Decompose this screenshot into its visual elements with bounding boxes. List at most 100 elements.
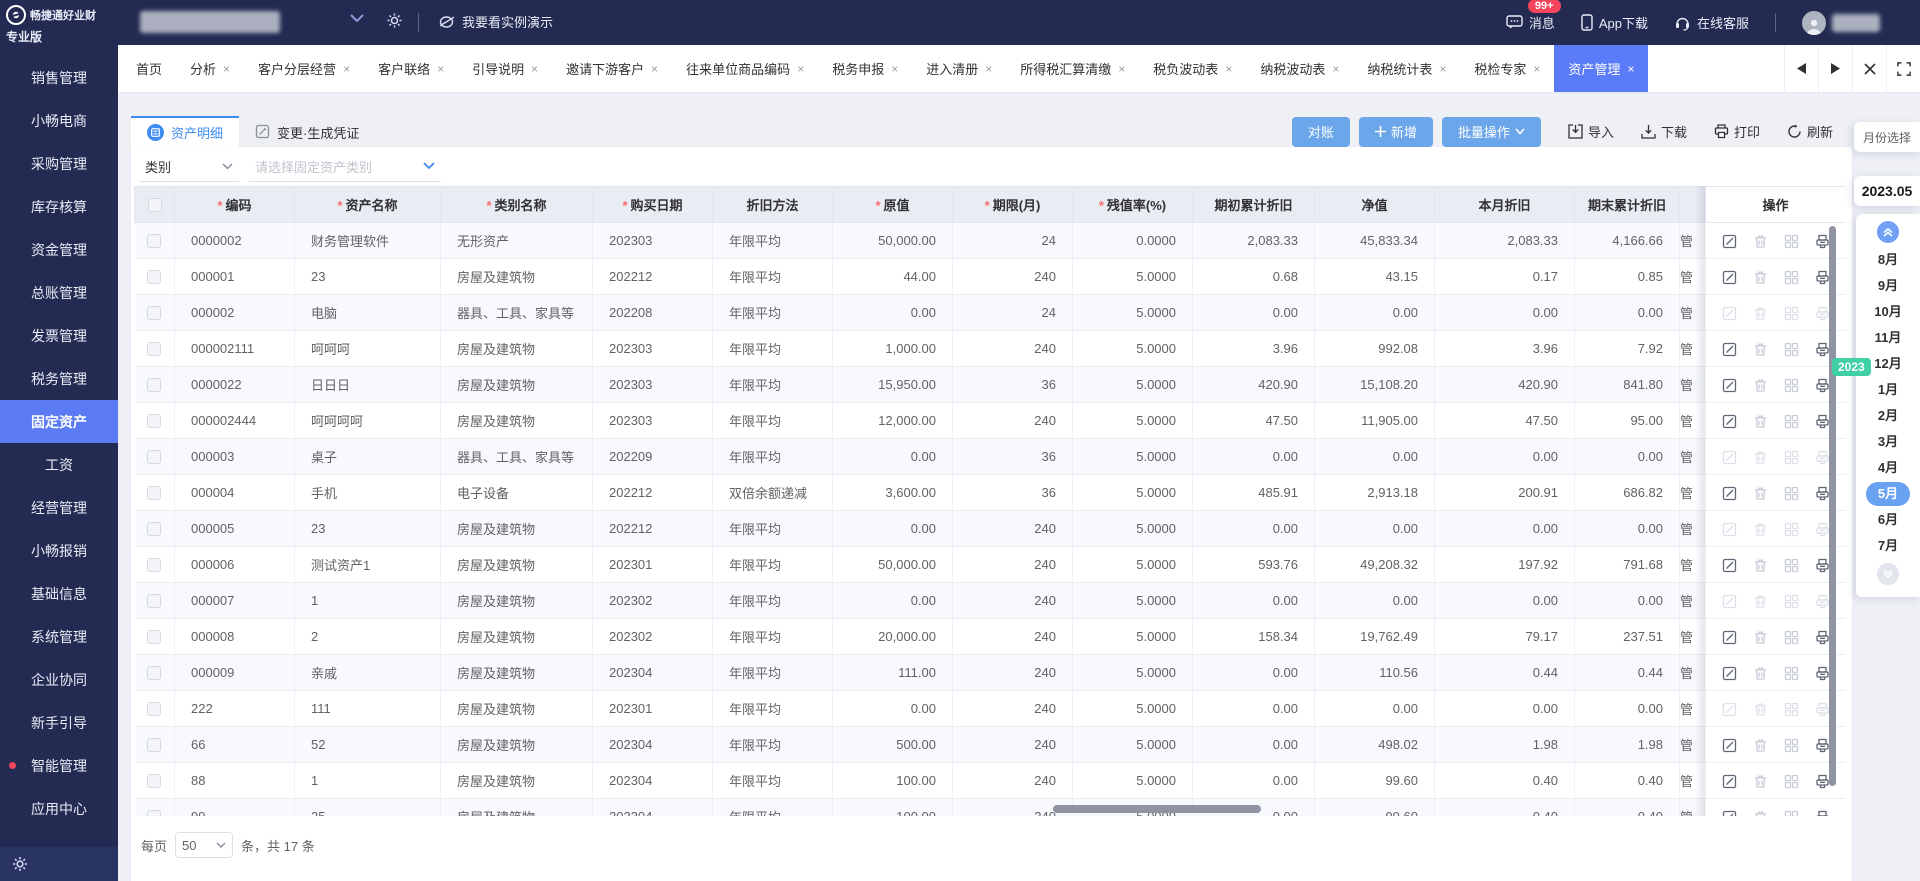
settings-gear-icon[interactable] [386,12,403,29]
print-icon[interactable] [1815,378,1830,393]
sidebar-item-应用中心[interactable]: 应用中心 [0,787,118,830]
row-checkbox[interactable] [147,593,162,608]
edit-icon[interactable] [1722,486,1737,501]
row-checkbox[interactable] [147,233,162,248]
view-tab-变更·生成凭证[interactable]: 变更·生成凭证 [239,116,376,147]
tab-close-icon[interactable]: × [1225,62,1232,76]
batch-operations-button[interactable]: 批量操作 [1441,116,1541,147]
sidebar-item-小畅电商[interactable]: 小畅电商 [0,99,118,142]
tab-close-icon[interactable]: × [891,62,898,76]
edit-icon[interactable] [1722,666,1737,681]
row-checkbox[interactable] [147,413,162,428]
sidebar-item-新手引导[interactable]: 新手引导 [0,701,118,744]
select-all-checkbox[interactable] [147,197,162,212]
tab-往来单位商品编码[interactable]: 往来单位商品编码 × [672,45,818,92]
vertical-scrollbar[interactable] [1829,226,1836,786]
close-tabs-button[interactable] [1852,45,1886,92]
month-item-4月[interactable]: 4月 [1856,455,1920,481]
tab-纳税统计表[interactable]: 纳税统计表 × [1353,45,1460,92]
sidebar-item-税务管理[interactable]: 税务管理 [0,357,118,400]
company-chevron-down-icon[interactable] [350,14,364,23]
page-size-select[interactable]: 50 [175,832,234,858]
sidebar-item-销售管理[interactable]: 销售管理 [0,56,118,99]
print-icon[interactable] [1815,414,1830,429]
sidebar-item-发票管理[interactable]: 发票管理 [0,314,118,357]
row-checkbox[interactable] [147,665,162,680]
edit-icon[interactable] [1722,630,1737,645]
sidebar-item-小畅报销[interactable]: 小畅报销 [0,529,118,572]
fullscreen-icon[interactable] [1886,45,1920,92]
row-checkbox[interactable] [147,773,162,788]
month-item-1月[interactable]: 1月 [1856,377,1920,403]
sidebar-item-总账管理[interactable]: 总账管理 [0,271,118,314]
tab-close-icon[interactable]: × [651,62,658,76]
tab-税检专家[interactable]: 税检专家 × [1460,45,1554,92]
tab-引导说明[interactable]: 引导说明 × [458,45,552,92]
tab-close-icon[interactable]: × [985,62,992,76]
category-value-select[interactable]: 请选择固定资产类别 [249,152,441,182]
month-item-10月[interactable]: 10月 [1856,299,1920,325]
tab-close-icon[interactable]: × [1439,62,1446,76]
reconcile-button[interactable]: 对账 [1291,116,1350,147]
print-icon[interactable] [1815,810,1830,816]
month-item-9月[interactable]: 9月 [1856,273,1920,299]
print-icon[interactable] [1815,666,1830,681]
print-icon[interactable] [1815,774,1830,789]
tab-close-icon[interactable]: × [1118,62,1125,76]
print-link[interactable]: 打印 [1714,122,1760,141]
horizontal-scrollbar[interactable] [1053,805,1261,813]
month-item-11月[interactable]: 11月 [1856,325,1920,351]
app-download-item[interactable]: App下载 [1581,13,1648,32]
month-item-8月[interactable]: 8月 [1856,247,1920,273]
refresh-link[interactable]: 刷新 [1787,122,1833,141]
tab-close-icon[interactable]: × [1627,62,1634,76]
tab-close-icon[interactable]: × [531,62,538,76]
tab-scroll-right-button[interactable] [1818,45,1852,92]
import-link[interactable]: 导入 [1568,122,1614,141]
sidebar-item-资金管理[interactable]: 资金管理 [0,228,118,271]
months-scroll-down-button[interactable] [1877,563,1899,585]
month-item-7月[interactable]: 7月 [1856,533,1920,559]
tab-close-icon[interactable]: × [343,62,350,76]
print-icon[interactable] [1815,234,1830,249]
view-tab-资产明细[interactable]: 资产明细 [131,116,240,147]
tab-邀请下游客户[interactable]: 邀请下游客户 × [552,45,672,92]
tab-close-icon[interactable]: × [797,62,804,76]
edit-icon[interactable] [1722,270,1737,285]
category-type-select[interactable]: 类别 [139,152,239,182]
row-checkbox[interactable] [147,809,162,816]
edit-icon[interactable] [1722,810,1737,816]
row-checkbox[interactable] [147,377,162,392]
print-icon[interactable] [1815,630,1830,645]
messages-item[interactable]: 消息 99+ [1506,0,1561,32]
sidebar-item-工资[interactable]: 工资 [0,443,118,486]
tab-税负波动表[interactable]: 税负波动表 × [1139,45,1246,92]
print-icon[interactable] [1815,342,1830,357]
edit-icon[interactable] [1722,414,1737,429]
online-service-item[interactable]: 在线客服 [1674,13,1749,32]
month-item-3月[interactable]: 3月 [1856,429,1920,455]
edit-icon[interactable] [1722,342,1737,357]
row-checkbox[interactable] [147,269,162,284]
row-checkbox[interactable] [147,701,162,716]
row-checkbox[interactable] [147,449,162,464]
add-button[interactable]: 新增 [1358,116,1433,147]
tab-客户联络[interactable]: 客户联络 × [364,45,458,92]
sidebar-item-经营管理[interactable]: 经营管理 [0,486,118,529]
month-item-5月[interactable]: 5月 [1866,482,1910,506]
sidebar-item-固定资产[interactable]: 固定资产 [0,400,118,443]
print-icon[interactable] [1815,558,1830,573]
edit-icon[interactable] [1722,378,1737,393]
tab-首页[interactable]: 首页 [122,45,176,92]
row-checkbox[interactable] [147,485,162,500]
month-item-6月[interactable]: 6月 [1856,507,1920,533]
tab-客户分层经营[interactable]: 客户分层经营 × [244,45,364,92]
tab-税务申报[interactable]: 税务申报 × [818,45,912,92]
tab-进入清册[interactable]: 进入清册 × [912,45,1006,92]
print-icon[interactable] [1815,486,1830,501]
company-name-blurred[interactable] [140,11,280,33]
edit-icon[interactable] [1722,738,1737,753]
demo-link[interactable]: 我要看实例演示 [438,12,553,31]
months-scroll-up-button[interactable] [1877,221,1899,243]
tab-资产管理[interactable]: 资产管理 × [1554,45,1649,92]
